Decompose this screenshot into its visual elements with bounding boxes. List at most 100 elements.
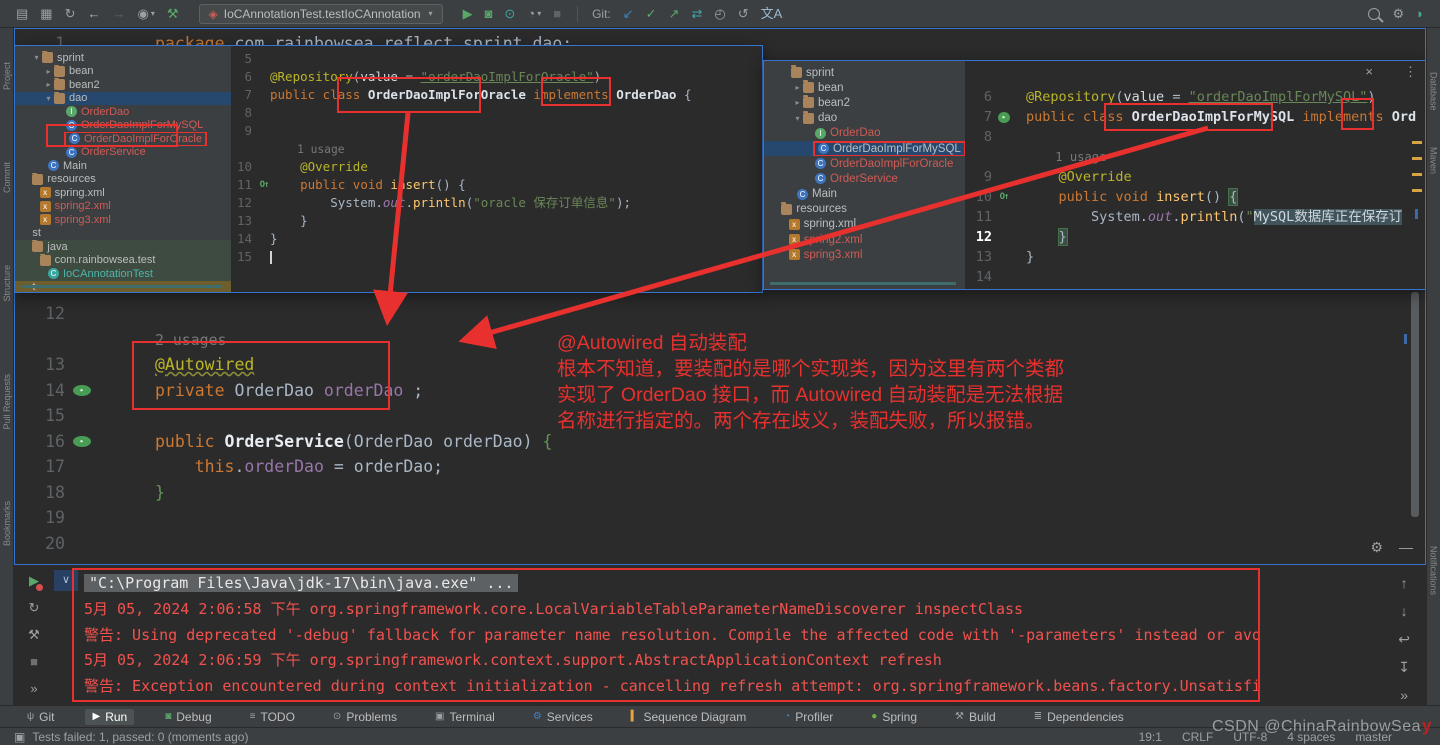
tree-item-resources[interactable]: resources xyxy=(15,172,231,187)
tool-window-tab-services[interactable]: ⚙ Services xyxy=(526,709,600,725)
tree-item-sprint[interactable]: ▾ sprint xyxy=(15,51,231,65)
debug-icon[interactable]: ◙ xyxy=(485,6,493,22)
tool-window-tab-debug[interactable]: ◙ Debug xyxy=(158,709,218,725)
status-item-19-1[interactable]: 19:1 xyxy=(1139,730,1162,744)
tree-item-spring3.xml[interactable]: x spring3.xml xyxy=(764,247,965,262)
tool-stripe-structure[interactable]: Structure xyxy=(2,265,12,302)
tree-item-resources[interactable]: resources xyxy=(764,201,965,217)
override-icon[interactable]: O↑ xyxy=(258,176,270,194)
tree-item-com.rainbowsea.test[interactable]: com.rainbowsea.test xyxy=(15,253,231,267)
expander-icon[interactable]: ▾ xyxy=(792,114,803,123)
user-icon[interactable]: ◉ ▾ xyxy=(138,6,155,22)
expander-icon[interactable]: ▾ xyxy=(31,53,42,62)
tool-stripe-pull-requests[interactable]: Pull Requests xyxy=(2,374,12,430)
profiler-icon[interactable]: ◔ ▾ xyxy=(527,6,541,22)
expander-icon[interactable]: ▾ xyxy=(43,94,54,103)
editor-scrollbar[interactable] xyxy=(1404,264,1419,554)
diff-icon[interactable]: ⇄ xyxy=(691,6,702,22)
tree-item-bean2[interactable]: ▸ bean2 xyxy=(15,78,231,92)
tree-hscrollbar[interactable] xyxy=(21,285,221,288)
tree-item-OrderDaoImplForOracle[interactable]: C OrderDaoImplForOracle xyxy=(15,132,231,146)
expander-icon[interactable]: ▸ xyxy=(792,98,803,107)
stop-icon[interactable]: ■ xyxy=(553,6,561,22)
tree-item-Main[interactable]: C Main xyxy=(15,159,231,173)
save-all-icon[interactable]: ▦ xyxy=(40,6,52,22)
tree-item-bean[interactable]: ▸ bean xyxy=(15,64,231,79)
tree-item-bean[interactable]: ▸ bean xyxy=(764,80,965,95)
tree-item-OrderService[interactable]: C OrderService xyxy=(15,146,231,160)
open-project-icon[interactable]: ▤ xyxy=(16,6,28,22)
tool-window-tab-spring[interactable]: ● Spring xyxy=(864,709,924,725)
tree-item-bean2[interactable]: ▸ bean2 xyxy=(764,95,965,110)
tool-stripe-database[interactable]: Database xyxy=(1429,72,1439,111)
tree-item-spring2.xml[interactable]: x spring2.xml xyxy=(764,232,965,247)
more-chevrons-icon[interactable]: » xyxy=(1400,687,1408,703)
scroll-up-icon[interactable]: ↑ xyxy=(1401,575,1408,591)
tree-item-java[interactable]: java xyxy=(15,240,231,254)
close-icon[interactable]: × xyxy=(1365,64,1373,79)
scrollbar-thumb[interactable] xyxy=(1411,292,1419,517)
tree-item-OrderDaoImplForOracle[interactable]: C OrderDaoImplForOracle xyxy=(764,156,965,171)
tool-window-tab-dependencies[interactable]: ≣ Dependencies xyxy=(1027,709,1131,725)
run-icon[interactable]: ▶ xyxy=(463,6,473,22)
console-output[interactable]: "C:\Program Files\Java\jdk-17\bin\java.e… xyxy=(72,568,1260,702)
tree-item-dao[interactable]: ▾ dao xyxy=(15,91,231,105)
project-tree-right[interactable]: sprint ▸ bean ▸ bean2 ▾ dao I OrderDao C OrderDaoI… xyxy=(764,61,966,289)
tool-window-tab-git[interactable]: ψ Git xyxy=(20,709,61,725)
tool-stripe-bookmarks[interactable]: Bookmarks xyxy=(2,501,12,546)
project-tree-left[interactable]: ▾ sprint ▸ bean ▸ bean2 ▾ dao I OrderDao C OrderDao… xyxy=(15,46,232,292)
run-configuration-select[interactable]: ◈ IoCAnnotationTest.testIoCAnnotation ▾ xyxy=(198,3,443,24)
tree-item-OrderDao[interactable]: I OrderDao xyxy=(764,126,965,141)
build-hammer-icon[interactable]: ⚒ xyxy=(167,6,179,22)
tree-item-st[interactable]: st xyxy=(15,227,231,241)
tree-hscrollbar[interactable] xyxy=(770,282,956,285)
tree-item-spring.xml[interactable]: x spring.xml xyxy=(15,186,231,200)
soft-wrap-icon[interactable]: ↩ xyxy=(1398,631,1410,647)
expander-icon[interactable]: ▸ xyxy=(792,83,803,92)
tool-window-tab-profiler[interactable]: ◔ Profiler xyxy=(777,709,840,725)
hide-inspections-icon[interactable]: — xyxy=(1399,539,1413,556)
scroll-to-end-icon[interactable]: ↧ xyxy=(1398,659,1410,675)
test-sync-icon[interactable]: ↻ xyxy=(29,600,40,616)
run-coverage-icon[interactable]: ⊙ xyxy=(504,6,515,22)
forward-icon[interactable]: → xyxy=(113,6,126,22)
tool-stripe-project[interactable]: Project xyxy=(2,62,12,90)
tree-item-Main[interactable]: C Main xyxy=(764,187,965,202)
editor-code-oracle[interactable]: 5 6 @Repository(value = "orderDaoImplForOr… xyxy=(232,50,762,266)
tree-item-sprint[interactable]: sprint xyxy=(764,65,965,80)
usages-inlay-hint[interactable]: 2 usages xyxy=(155,331,227,349)
tree-item-OrderService[interactable]: C OrderService xyxy=(764,171,965,186)
back-icon[interactable]: ← xyxy=(88,6,101,22)
spring-bean-icon[interactable]: ▸ xyxy=(73,384,91,396)
override-icon[interactable]: O↑ xyxy=(998,187,1010,207)
tool-window-tab-problems[interactable]: ⊙ Problems xyxy=(326,709,404,725)
tool-stripe-notifications[interactable]: Notifications xyxy=(1429,546,1439,595)
more-chevrons-icon[interactable]: » xyxy=(30,681,37,697)
tree-item-OrderDaoImplForMySQL[interactable]: C OrderDaoImplForMySQL xyxy=(764,140,965,157)
tool-stripe-commit[interactable]: Commit xyxy=(2,162,12,193)
tree-item-spring.xml[interactable]: x spring.xml xyxy=(764,217,965,232)
editor-code-mysql[interactable]: 6 @Repository(value = "orderDaoImplForMyS… xyxy=(966,87,1425,287)
usages-inlay-hint[interactable]: 1 usage xyxy=(1026,150,1106,164)
search-everywhere-icon[interactable] xyxy=(1368,7,1381,20)
tree-item-spring3.xml[interactable]: x spring3.xml xyxy=(15,213,231,227)
suspend-icon[interactable]: ■ xyxy=(30,654,38,670)
sync-icon[interactable]: ↻ xyxy=(65,6,76,22)
update-project-icon[interactable]: ↙ xyxy=(623,6,634,22)
rollback-icon[interactable]: ↺ xyxy=(738,6,749,22)
expander-icon[interactable]: ▸ xyxy=(43,80,54,89)
wrench-icon[interactable]: ⚒ xyxy=(28,627,40,643)
tree-item-spring2.xml[interactable]: x spring2.xml xyxy=(15,200,231,214)
tool-window-tab-todo[interactable]: ≡ TODO xyxy=(243,709,302,725)
tool-window-tab-sequence-diagram[interactable]: ▍ Sequence Diagram xyxy=(624,709,753,725)
tool-window-tab-terminal[interactable]: ▣ Terminal xyxy=(428,709,502,725)
tree-item-dao[interactable]: ▾ dao xyxy=(764,110,965,126)
kebab-menu-icon[interactable]: ⋮ xyxy=(1404,64,1417,80)
settings-gear-icon[interactable]: ⚙ xyxy=(1392,6,1404,22)
tool-window-tab-build[interactable]: ⚒ Build xyxy=(948,709,1003,725)
usages-inlay-hint[interactable]: 1 usage xyxy=(270,143,344,156)
tree-item-OrderDao[interactable]: I OrderDao xyxy=(15,105,231,119)
commit-icon[interactable]: ✓ xyxy=(646,6,657,22)
spring-bean-icon[interactable]: ▸ xyxy=(73,435,91,447)
scroll-down-icon[interactable]: ↓ xyxy=(1401,603,1408,619)
